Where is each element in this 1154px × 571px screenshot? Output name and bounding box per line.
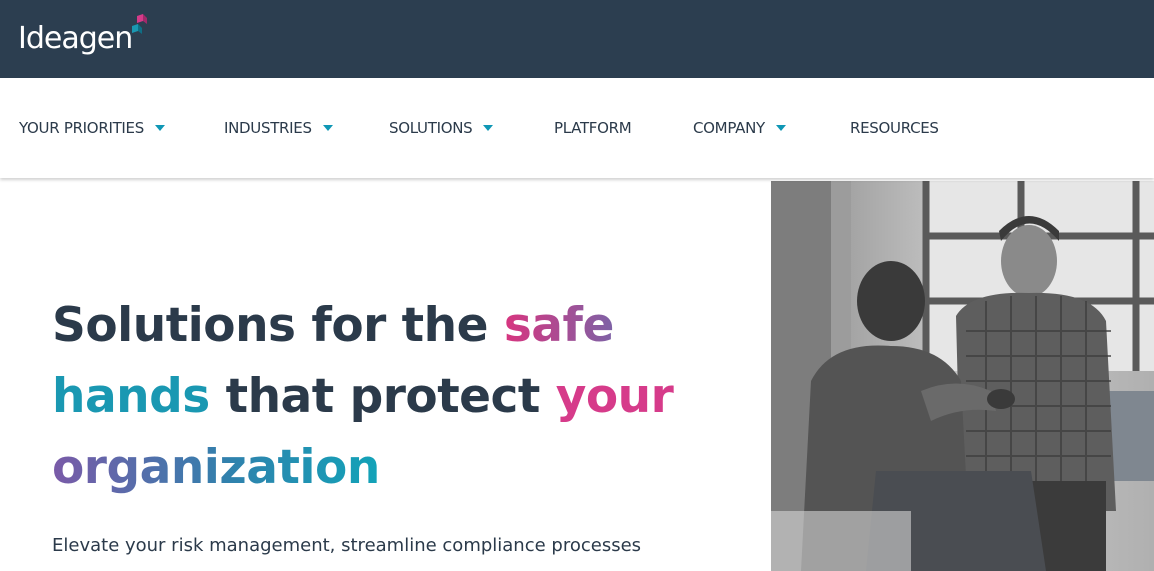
headline-highlight-safe: safe — [503, 298, 615, 353]
headline-highlight-your: your — [555, 369, 674, 424]
chevron-down-icon — [775, 125, 786, 131]
headline-text-2: that protect — [209, 369, 556, 424]
headline-highlight-organization: organization — [52, 440, 380, 495]
hero-headline: Solutions for the safe hands that protect… — [52, 290, 752, 503]
nav-solutions[interactable]: SOLUTIONS — [389, 78, 494, 178]
chevron-down-icon — [483, 125, 494, 131]
nav-label: COMPANY — [693, 119, 765, 137]
logo-wordmark: Ideagen — [18, 21, 133, 56]
ideagen-arrow-mark-icon — [132, 14, 148, 34]
nav-label: RESOURCES — [850, 119, 939, 137]
nav-your-priorities[interactable]: YOUR PRIORITIES — [19, 78, 165, 178]
team-collaboration-photo — [771, 181, 1154, 571]
nav-industries[interactable]: INDUSTRIES — [224, 78, 333, 178]
nav-label: PLATFORM — [554, 119, 632, 137]
headline-text-1: Solutions for the — [52, 298, 504, 353]
nav-label: YOUR PRIORITIES — [19, 119, 144, 137]
headline-highlight-hands: hands — [52, 369, 210, 424]
hero-subtext: Elevate your risk management, streamline… — [52, 535, 642, 556]
nav-company[interactable]: COMPANY — [693, 78, 786, 178]
nav-label: SOLUTIONS — [389, 119, 473, 137]
ideagen-logo[interactable]: Ideagen — [18, 14, 150, 64]
main-navigation: YOUR PRIORITIES INDUSTRIES SOLUTIONS PLA… — [0, 78, 1154, 178]
nav-label: INDUSTRIES — [224, 119, 312, 137]
nav-platform[interactable]: PLATFORM — [554, 78, 632, 178]
site-header: Ideagen — [0, 0, 1154, 78]
nav-resources[interactable]: RESOURCES — [850, 78, 939, 178]
chevron-down-icon — [322, 125, 333, 131]
chevron-down-icon — [154, 125, 165, 131]
hero-photo-illustration — [771, 181, 1154, 571]
